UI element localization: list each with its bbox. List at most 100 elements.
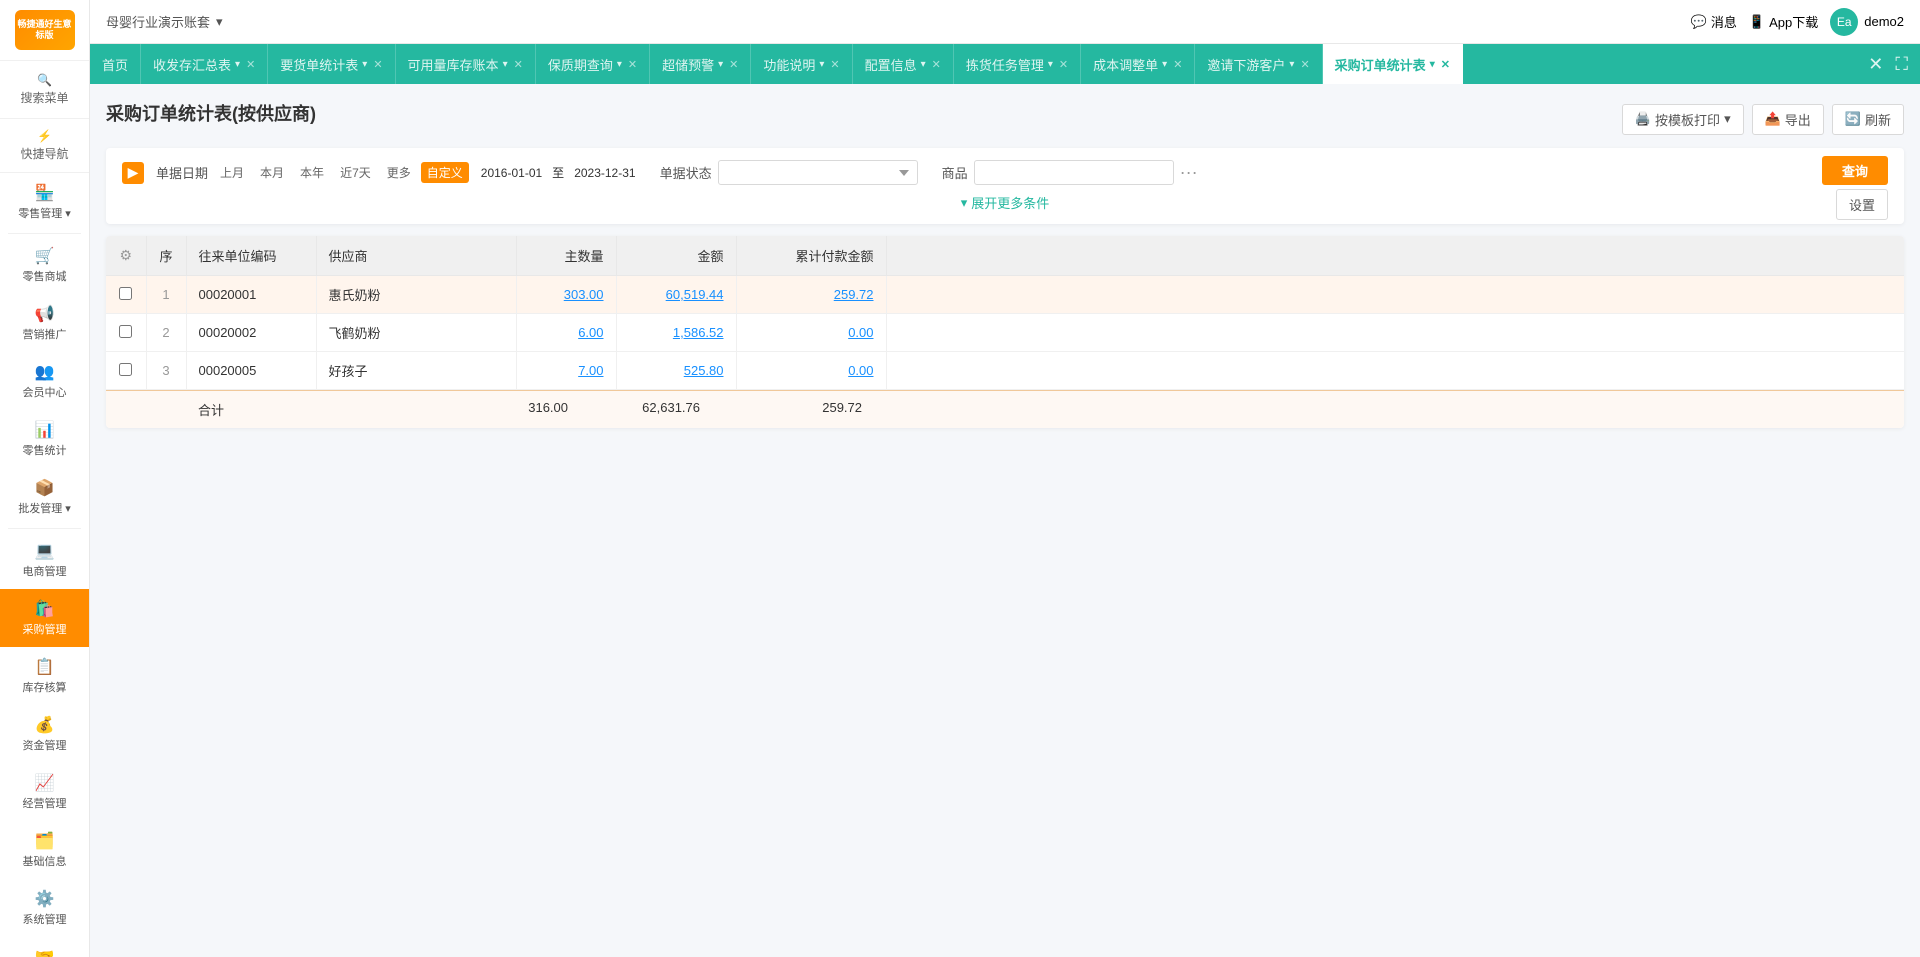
tab-close-overstock-warning[interactable]: ✕ (729, 58, 738, 71)
sidebar-item-finance[interactable]: 💰 资金管理 (0, 705, 89, 763)
sidebar-item-ops-mgmt[interactable]: 📈 经营管理 (0, 763, 89, 821)
footer-paid: 259.72 (712, 400, 862, 419)
tab-overstock-warning[interactable]: 超储预警▾✕ (650, 44, 751, 84)
user-profile[interactable]: Ea demo2 (1830, 8, 1904, 36)
col-paid: 累计付款金额 (736, 236, 886, 276)
amount-3[interactable]: 525.80 (616, 352, 736, 390)
status-select[interactable] (718, 160, 918, 185)
row-num-1: 1 (146, 276, 186, 314)
sidebar-item-retail-stats[interactable]: 📊 零售统计 (0, 410, 89, 468)
tab-close-expiry-query[interactable]: ✕ (628, 58, 637, 71)
row-select-checkbox-1[interactable] (119, 287, 132, 300)
quick-nav-label: 快捷导航 (20, 145, 68, 162)
maximize-button[interactable]: ⛶ (1891, 50, 1912, 79)
this-month-btn[interactable]: 本月 (254, 162, 290, 183)
settings-button[interactable]: 设置 (1836, 189, 1888, 220)
row-select-checkbox-2[interactable] (119, 325, 132, 338)
template-print-button[interactable]: 🖨️ 按模板打印 ▾ (1622, 104, 1744, 135)
tab-invite-downstream[interactable]: 邀请下游客户▾✕ (1195, 44, 1322, 84)
quick-nav-button[interactable]: ⚡ 快捷导航 (0, 123, 89, 168)
row-checkbox-1[interactable] (106, 276, 146, 314)
tab-config-info[interactable]: 配置信息▾✕ (853, 44, 954, 84)
sidebar-item-purchase-mgmt[interactable]: 🛍️ 采购管理 (0, 589, 89, 647)
tab-close-func-desc[interactable]: ✕ (830, 58, 839, 71)
amount-2[interactable]: 1,586.52 (616, 314, 736, 352)
footer-label: 合计 (198, 400, 468, 419)
paid-3[interactable]: 0.00 (736, 352, 886, 390)
col-settings: ⚙ (106, 236, 146, 276)
sidebar-item-ecom-mgmt[interactable]: 💻 电商管理 (0, 531, 89, 589)
page-title: 采购订单统计表(按供应商) (106, 100, 316, 126)
amount-1[interactable]: 60,519.44 (616, 276, 736, 314)
more-options-icon[interactable]: ··· (1180, 162, 1198, 183)
last-7days-btn[interactable]: 近7天 (334, 162, 377, 183)
tab-order-summary[interactable]: 要货单统计表▾✕ (268, 44, 395, 84)
custom-date-btn[interactable]: 自定义 (421, 162, 469, 183)
avatar: Ea (1830, 8, 1858, 36)
refresh-icon: 🔄 (1845, 111, 1861, 127)
tab-cost-adjust[interactable]: 成本调整单▾✕ (1081, 44, 1195, 84)
sidebar-item-enterprise[interactable]: 🤝 企业协同 (0, 937, 89, 957)
paid-1[interactable]: 259.72 (736, 276, 886, 314)
goods-input[interactable] (974, 160, 1174, 185)
tab-close-available-stock[interactable]: ✕ (514, 58, 523, 71)
tab-receive-summary[interactable]: 收发存汇总表▾✕ (141, 44, 268, 84)
sidebar-item-stock-check[interactable]: 📋 库存核算 (0, 647, 89, 705)
tab-close-invite-downstream[interactable]: ✕ (1300, 58, 1309, 71)
stock-check-label: 库存核算 (23, 679, 67, 695)
tab-close-config-info[interactable]: ✕ (932, 58, 941, 71)
close-tab-button[interactable]: ✕ (1864, 50, 1887, 79)
row-select-checkbox-3[interactable] (119, 363, 132, 376)
search-menu-label: 搜索菜单 (20, 89, 68, 106)
tab-purchase-order-summary[interactable]: 采购订单统计表▾✕ (1323, 44, 1463, 84)
extra-3 (886, 352, 1904, 390)
tab-close-cost-adjust[interactable]: ✕ (1173, 58, 1182, 71)
row-checkbox-3[interactable] (106, 352, 146, 390)
tab-close-purchase-order-summary[interactable]: ✕ (1441, 58, 1450, 71)
account-selector[interactable]: 母婴行业演示账套 ▾ (106, 12, 223, 31)
batch-mgmt-label: 批发管理 ▾ (18, 500, 71, 516)
message-button[interactable]: 💬 消息 (1691, 12, 1737, 31)
main-area: 母婴行业演示账套 ▾ 💬 消息 📱 App下载 Ea demo2 首页收发存汇总… (90, 0, 1920, 957)
sidebar-item-sys-mgmt[interactable]: ⚙️ 系统管理 (0, 879, 89, 937)
sidebar-item-retail-shop[interactable]: 🛒 零售商城 (0, 236, 89, 294)
table-settings-icon[interactable]: ⚙ (119, 247, 132, 263)
sidebar-item-batch-mgmt[interactable]: 📦 批发管理 ▾ (0, 468, 89, 526)
tab-label-task-mgmt: 拣货任务管理 (966, 55, 1044, 74)
qty-3[interactable]: 7.00 (516, 352, 616, 390)
qty-2[interactable]: 6.00 (516, 314, 616, 352)
tab-expiry-query[interactable]: 保质期查询▾✕ (536, 44, 650, 84)
supplier-3: 好孩子 (316, 352, 516, 390)
app-download-label: App下载 (1769, 12, 1818, 31)
paid-2[interactable]: 0.00 (736, 314, 886, 352)
filter-toggle-button[interactable]: ▶ (122, 162, 144, 184)
tab-available-stock[interactable]: 可用量库存账本▾✕ (396, 44, 536, 84)
supplier-1: 惠氏奶粉 (316, 276, 516, 314)
search-menu-button[interactable]: 🔍 搜索菜单 (6, 69, 83, 110)
tab-close-order-summary[interactable]: ✕ (373, 58, 382, 71)
table-body: 1 00020001 惠氏奶粉 303.00 60,519.44 259.72 … (106, 276, 1904, 390)
app-logo: 畅捷通好生意 标版 (0, 0, 89, 61)
row-checkbox-2[interactable] (106, 314, 146, 352)
query-button[interactable]: 查询 (1822, 156, 1888, 185)
app-download-button[interactable]: 📱 App下载 (1749, 12, 1818, 31)
marketing-icon: 📢 (35, 304, 55, 324)
tab-close-task-mgmt[interactable]: ✕ (1059, 58, 1068, 71)
filter-panel: ▶ 单据日期 上月 本月 本年 近7天 更多 自定义 2016-01-01 至 … (106, 148, 1904, 224)
refresh-button[interactable]: 🔄 刷新 (1832, 104, 1904, 135)
export-button[interactable]: 📤 导出 (1752, 104, 1824, 135)
tab-func-desc[interactable]: 功能说明▾✕ (751, 44, 852, 84)
expand-more-button[interactable]: ▾ 展开更多条件 (961, 193, 1050, 212)
sidebar-item-basic-info[interactable]: 🗂️ 基础信息 (0, 821, 89, 879)
sidebar-item-retail-mgmt[interactable]: 🏪 零售管理 ▾ (0, 173, 89, 231)
row-num-2: 2 (146, 314, 186, 352)
last-month-btn[interactable]: 上月 (214, 162, 250, 183)
sidebar-item-marketing[interactable]: 📢 营销推广 (0, 294, 89, 352)
tab-home[interactable]: 首页 (90, 44, 141, 84)
more-date-btn[interactable]: 更多 (381, 162, 417, 183)
tab-close-receive-summary[interactable]: ✕ (246, 58, 255, 71)
this-year-btn[interactable]: 本年 (294, 162, 330, 183)
qty-1[interactable]: 303.00 (516, 276, 616, 314)
tab-task-mgmt[interactable]: 拣货任务管理▾✕ (954, 44, 1081, 84)
sidebar-item-member[interactable]: 👥 会员中心 (0, 352, 89, 410)
